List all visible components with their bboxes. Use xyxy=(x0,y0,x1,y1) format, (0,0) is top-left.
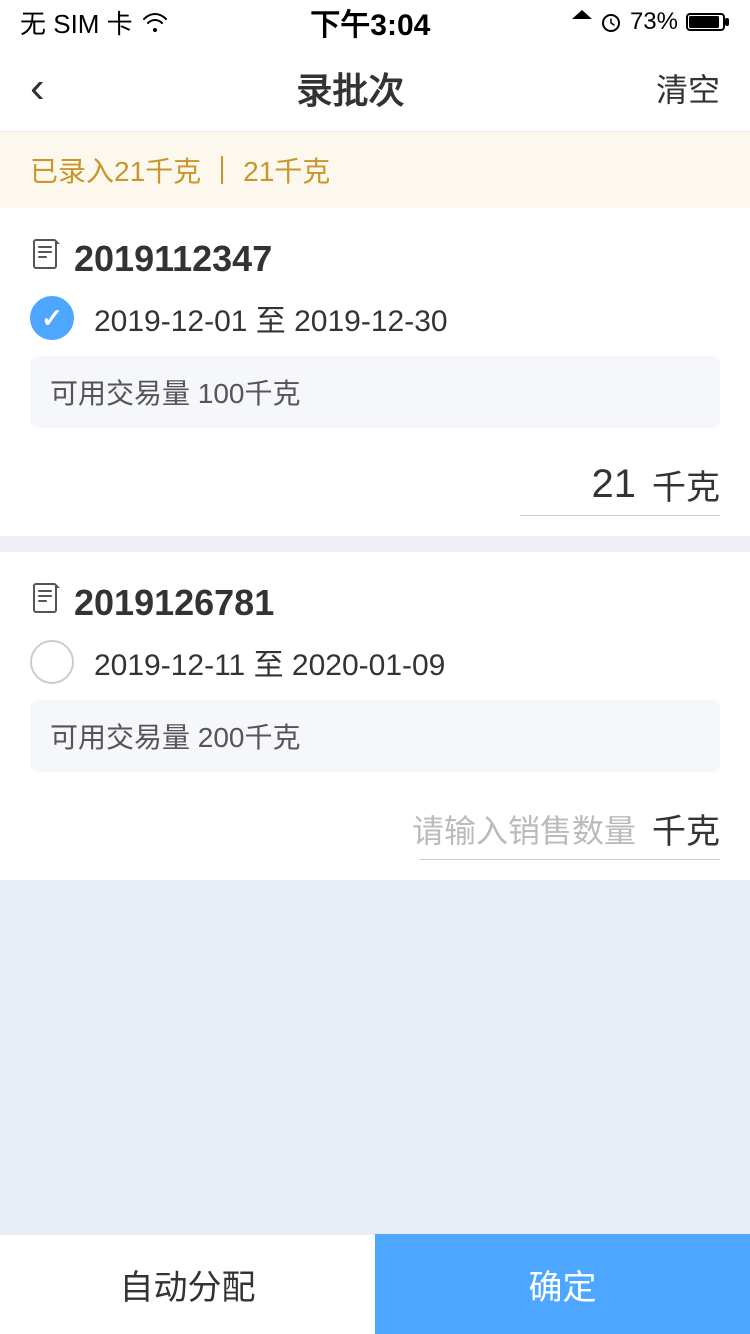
total-amount: 21千克 xyxy=(243,150,330,190)
batch-avail-1: 可用交易量 100千克 xyxy=(30,356,720,428)
batch-date-2: 2019-12-11 至 2020-01-09 xyxy=(94,640,445,684)
recorded-amount: 已录入21千克 xyxy=(30,150,201,190)
batch-amount-unit-1: 千克 xyxy=(652,460,720,509)
status-left: 无 SIM 卡 xyxy=(20,4,169,41)
batch-date-row-1[interactable]: ✓ 2019-12-01 至 2019-12-30 xyxy=(30,296,720,340)
confirm-button[interactable]: 确定 xyxy=(375,1234,750,1334)
nav-bar: ‹ 录批次 清空 xyxy=(0,44,750,132)
batch-amount-value-1: 21 xyxy=(592,462,637,507)
auto-distribute-button[interactable]: 自动分配 xyxy=(0,1234,375,1334)
location-icon xyxy=(572,10,592,34)
page-title: 录批次 xyxy=(296,62,404,114)
status-bar: 无 SIM 卡 下午3:04 73% xyxy=(0,0,750,44)
batch-id-1: 2019112347 xyxy=(74,238,272,280)
checkmark-1: ✓ xyxy=(41,303,63,334)
batch-icon-2 xyxy=(30,582,64,624)
batch-card-1: 2019112347 ✓ 2019-12-01 至 2019-12-30 可用交… xyxy=(0,208,750,536)
batch-card-2: 2019126781 2019-12-11 至 2020-01-09 可用交易量… xyxy=(0,552,750,880)
batch-date-row-2[interactable]: 2019-12-11 至 2020-01-09 xyxy=(30,640,720,684)
batch-amount-unit-2: 千克 xyxy=(652,804,720,853)
batch-icon-1 xyxy=(30,238,64,280)
batch-checkbox-2[interactable] xyxy=(30,640,74,684)
batch-avail-2: 可用交易量 200千克 xyxy=(30,700,720,772)
batch-header-2: 2019126781 xyxy=(30,582,720,624)
summary-divider xyxy=(221,156,223,184)
clear-button[interactable]: 清空 xyxy=(656,65,720,111)
alarm-icon xyxy=(600,11,622,33)
batch-id-2: 2019126781 xyxy=(74,582,274,624)
batch-date-1: 2019-12-01 至 2019-12-30 xyxy=(94,296,448,340)
batch-amount-row-2: 请输入销售数量 千克 xyxy=(30,788,720,860)
wifi-icon xyxy=(141,12,169,32)
back-button[interactable]: ‹ xyxy=(30,66,45,110)
batch-checkbox-1[interactable]: ✓ xyxy=(30,296,74,340)
batch-amount-row-1: 21 千克 xyxy=(30,444,720,516)
amount-underline-1 xyxy=(520,515,720,516)
status-time: 下午3:04 xyxy=(310,0,430,44)
status-right: 73% xyxy=(572,8,730,36)
batch-amount-placeholder-2: 请输入销售数量 xyxy=(412,806,636,852)
battery-icon xyxy=(686,11,730,33)
battery-text: 73% xyxy=(630,8,678,36)
section-separator xyxy=(0,536,750,552)
batch-header-1: 2019112347 xyxy=(30,238,720,280)
summary-banner: 已录入21千克 21千克 xyxy=(0,132,750,208)
no-sim-text: 无 SIM 卡 xyxy=(20,4,133,41)
amount-underline-2 xyxy=(420,859,720,860)
bottom-bar: 自动分配 确定 xyxy=(0,1234,750,1334)
